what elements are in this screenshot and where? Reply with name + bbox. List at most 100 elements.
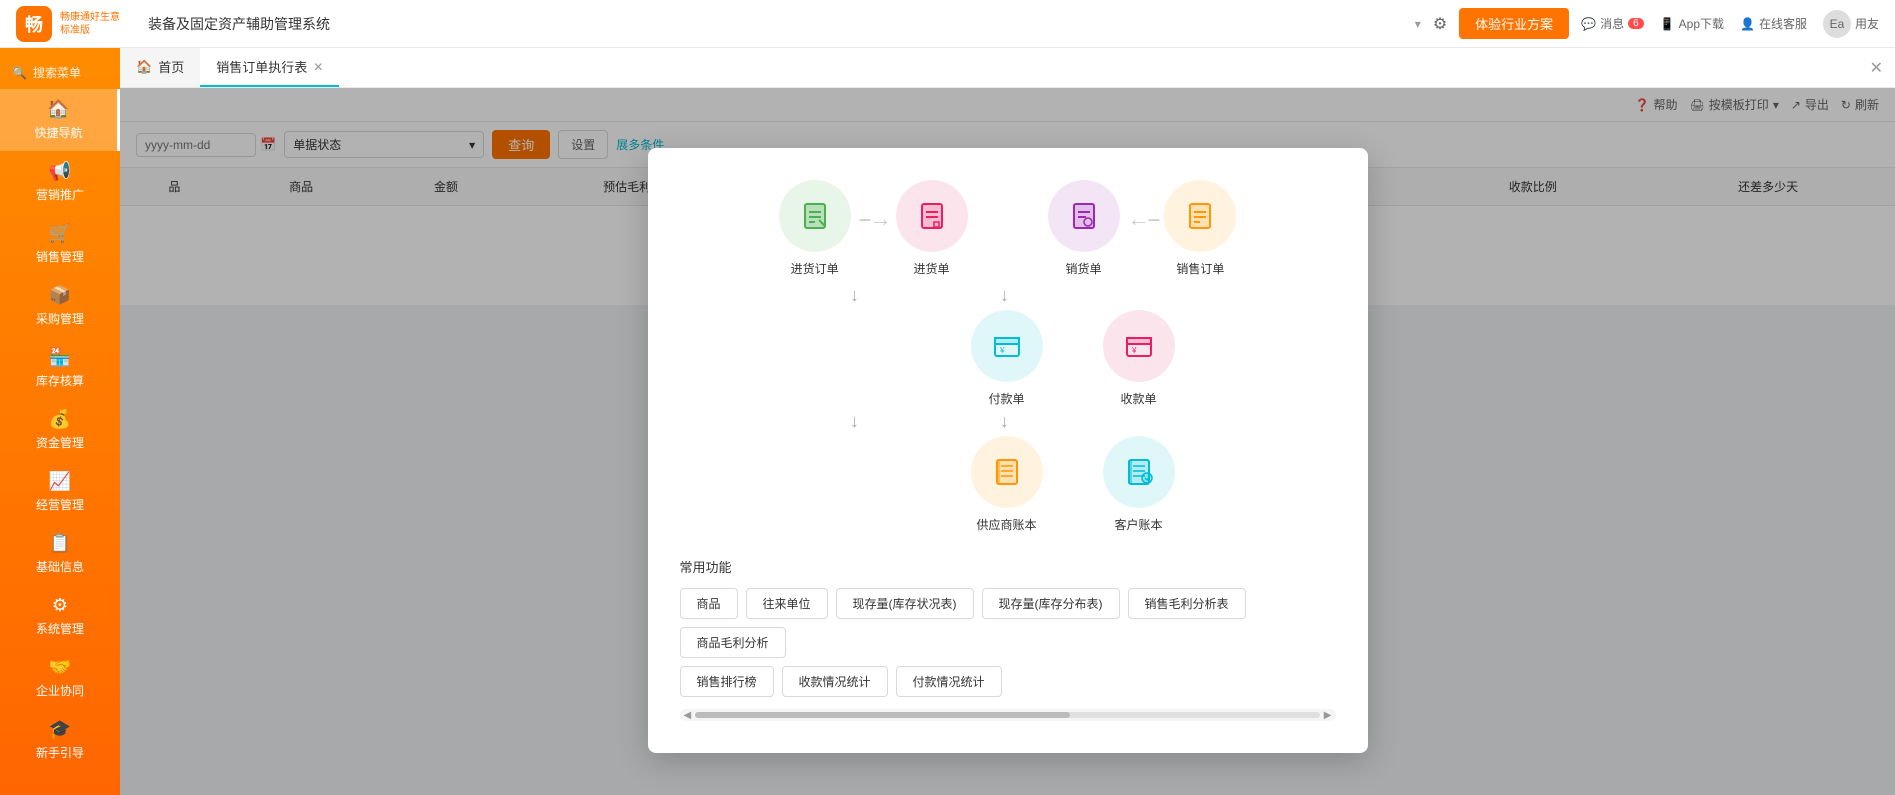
logo-area: 畅 畅康通好生意 标准版 — [16, 6, 136, 42]
jin-order-label: 进货订单 — [791, 260, 839, 277]
func-btn-product-profit[interactable]: 商品毛利分析 — [680, 627, 786, 658]
business-icon: 📈 — [49, 471, 71, 492]
xiao-dan-icon — [1048, 180, 1120, 252]
flow-item-jin-order[interactable]: 进货订单 — [779, 180, 851, 277]
flow-item-fu-dan[interactable]: ¥ 付款单 — [971, 310, 1043, 407]
xiao-order-icon — [1164, 180, 1236, 252]
sidebar: 🔍 搜索菜单 🏠 快捷导航 📢 营销推广 🛒 销售管理 📦 采购管理 🏪 — [0, 48, 120, 795]
modal-scrollbar: ◀ ▶ — [680, 709, 1336, 721]
sidebar-item-guide[interactable]: 🎓 新手引导 — [0, 709, 120, 771]
tab-home[interactable]: 🏠 首页 — [120, 48, 200, 87]
tab-bar-right: ✕ — [1870, 58, 1895, 78]
scrollbar-track[interactable] — [695, 712, 1320, 718]
sp3 — [900, 411, 960, 432]
logo-icon: 畅 — [16, 6, 52, 42]
online-service-btn[interactable]: 👤 在线客服 — [1740, 15, 1807, 32]
sidebar-item-collab[interactable]: 🤝 企业协同 — [0, 647, 120, 709]
sidebar-item-label: 基础信息 — [36, 558, 84, 575]
sidebar-item-label: 营销推广 — [36, 186, 84, 203]
sidebar-item-purchase[interactable]: 📦 采购管理 — [0, 275, 120, 337]
quick-nav-icon: 🏠 — [47, 99, 69, 120]
guide-icon: 🎓 — [49, 719, 71, 740]
flow-row-1: 进货订单 - - → — [779, 180, 1237, 277]
scroll-right-icon[interactable]: ▶ — [1320, 710, 1336, 721]
tab-close-icon[interactable]: ✕ — [313, 60, 323, 74]
sidebar-item-label: 企业协同 — [36, 682, 84, 699]
gys-book-icon — [971, 436, 1043, 508]
spacer2 — [770, 285, 810, 306]
jin-dan-label: 进货单 — [913, 260, 949, 277]
common-functions-title: 常用功能 — [680, 557, 1336, 576]
sidebar-item-label: 库存核算 — [36, 372, 84, 389]
sidebar-item-marketing[interactable]: 📢 营销推广 — [0, 151, 120, 213]
app-download-btn[interactable]: 📱 App下载 — [1660, 15, 1724, 32]
main-layout: 🔍 搜索菜单 🏠 快捷导航 📢 营销推广 🛒 销售管理 📦 采购管理 🏪 — [0, 48, 1895, 795]
online-service-label: 在线客服 — [1759, 15, 1807, 32]
close-all-icon[interactable]: ✕ — [1870, 60, 1883, 77]
flow-item-shou-dan[interactable]: ¥ 收款单 — [1103, 310, 1175, 407]
tab-bar: 🏠 首页 销售订单执行表 ✕ ✕ — [120, 48, 1895, 88]
sidebar-item-label: 采购管理 — [36, 310, 84, 327]
arrow-down-jin-dan: ↓ — [810, 285, 900, 306]
flow-item-xiao-dan[interactable]: 销货单 — [1048, 180, 1120, 277]
shou-dan-label: 收款单 — [1120, 390, 1156, 407]
flow-item-kh-book[interactable]: 客户账本 — [1103, 436, 1175, 533]
sidebar-item-basic[interactable]: 📋 基础信息 — [0, 523, 120, 585]
system-title: 装备及固定资产辅助管理系统 — [148, 14, 1403, 34]
top-bar: 畅 畅康通好生意 标准版 装备及固定资产辅助管理系统 ▾ ⚙ 体验行业方案 💬 … — [0, 0, 1895, 48]
sidebar-item-quick-nav[interactable]: 🏠 快捷导航 — [0, 89, 120, 151]
purchase-icon: 📦 — [49, 285, 71, 306]
xiao-dan-label: 销货单 — [1065, 260, 1101, 277]
func-btn-sales-rank[interactable]: 销售排行榜 — [680, 666, 774, 697]
user-menu[interactable]: Ea 用友 — [1823, 10, 1879, 38]
sidebar-search[interactable]: 🔍 搜索菜单 — [0, 56, 120, 89]
avatar: Ea — [1823, 10, 1851, 38]
down-arrow-4: ↓ — [1000, 411, 1009, 431]
experience-btn[interactable]: 体验行业方案 — [1459, 8, 1569, 39]
func-btn-partner[interactable]: 往来单位 — [746, 588, 828, 619]
sales-icon: 🛒 — [49, 223, 71, 244]
message-btn[interactable]: 💬 消息 6 — [1581, 15, 1644, 32]
avatar-text: Ea — [1830, 17, 1845, 31]
flow-item-xiao-order[interactable]: 销售订单 — [1164, 180, 1236, 277]
common-functions: 常用功能 商品 往来单位 现存量(库存状况表) 现存量(库存分布表) 销售毛利分… — [680, 557, 1336, 697]
flow-item-jin-dan[interactable]: 进货单 — [896, 180, 968, 277]
func-btn-stock-dist[interactable]: 现存量(库存分布表) — [982, 588, 1120, 619]
func-btn-product[interactable]: 商品 — [680, 588, 738, 619]
basic-icon: 📋 — [49, 533, 71, 554]
gys-book-label: 供应商账本 — [976, 516, 1036, 533]
scrollbar-thumb[interactable] — [695, 712, 1070, 718]
sidebar-item-sales[interactable]: 🛒 销售管理 — [0, 213, 120, 275]
dropdown-icon[interactable]: ▾ — [1415, 17, 1421, 31]
svg-text:¥: ¥ — [1131, 346, 1137, 355]
fu-dan-icon: ¥ — [971, 310, 1043, 382]
xiao-order-label: 销售订单 — [1176, 260, 1224, 277]
jin-order-icon — [779, 180, 851, 252]
shou-dan-icon: ¥ — [1103, 310, 1175, 382]
service-icon: 👤 — [1740, 17, 1755, 31]
modal-overlay[interactable]: 进货订单 - - → — [120, 88, 1895, 795]
func-btn-payment-stats[interactable]: 付款情况统计 — [896, 666, 1002, 697]
func-btn-receipt-stats[interactable]: 收款情况统计 — [782, 666, 888, 697]
flow-item-gys-book[interactable]: 供应商账本 — [971, 436, 1043, 533]
func-btn-sales-profit[interactable]: 销售毛利分析表 — [1128, 588, 1246, 619]
sidebar-item-system[interactable]: ⚙ 系统管理 — [0, 585, 120, 647]
modal-box: 进货订单 - - → — [648, 148, 1368, 753]
scroll-left-icon[interactable]: ◀ — [680, 710, 696, 721]
dashed-left-icon: ← - - — [1128, 206, 1157, 232]
sidebar-item-label: 新手引导 — [36, 744, 84, 761]
sp1 — [680, 411, 770, 432]
top-bar-actions: 💬 消息 6 📱 App下载 👤 在线客服 Ea 用友 — [1581, 10, 1879, 38]
sidebar-item-inventory[interactable]: 🏪 库存核算 — [0, 337, 120, 399]
function-buttons-row1: 商品 往来单位 现存量(库存状况表) 现存量(库存分布表) 销售毛利分析表 商品… — [680, 588, 1336, 658]
down-arrow-1: ↓ — [850, 285, 859, 305]
settings-icon[interactable]: ⚙ — [1433, 14, 1447, 34]
down-arrow-2: ↓ — [1000, 285, 1009, 305]
kh-book-icon — [1103, 436, 1175, 508]
kh-book-label: 客户账本 — [1114, 516, 1162, 533]
sidebar-item-business[interactable]: 📈 经营管理 — [0, 461, 120, 523]
sidebar-item-finance[interactable]: 💰 资金管理 — [0, 399, 120, 461]
func-btn-stock-status[interactable]: 现存量(库存状况表) — [836, 588, 974, 619]
tab-sales-order-exec[interactable]: 销售订单执行表 ✕ — [200, 48, 339, 87]
sidebar-item-label: 系统管理 — [36, 620, 84, 637]
